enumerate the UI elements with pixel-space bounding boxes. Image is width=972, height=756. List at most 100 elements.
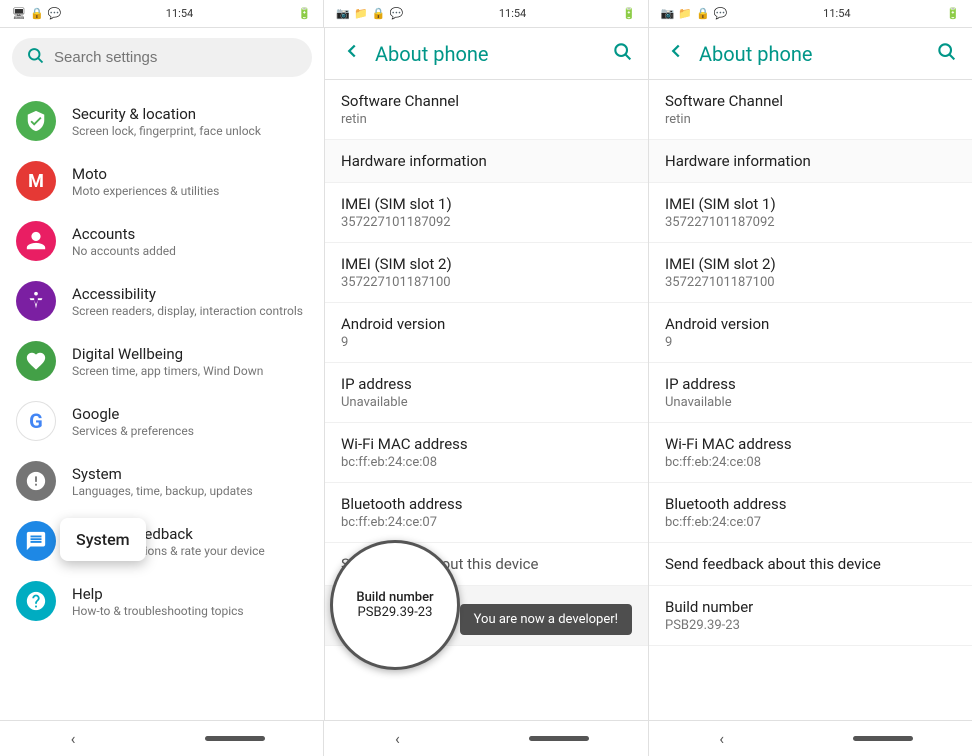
digital-wellbeing-title: Digital Wellbeing <box>72 345 263 363</box>
sidebar-item-accessibility[interactable]: Accessibility Screen readers, display, i… <box>0 271 324 331</box>
imei-2-panel2: IMEI (SIM slot 2) 357227101187100 <box>649 243 972 303</box>
build-circle-value: PSB29.39-23 <box>358 605 433 620</box>
time-left: 11:54 <box>166 7 193 20</box>
digital-wellbeing-subtitle: Screen time, app timers, Wind Down <box>72 364 263 378</box>
nav-section-mid: ‹ <box>324 721 648 756</box>
time-mid: 11:54 <box>499 7 526 20</box>
accessibility-icon <box>16 281 56 321</box>
nav-back-mid[interactable]: ‹ <box>383 725 412 752</box>
send-feedback-panel2[interactable]: Send feedback about this device <box>649 543 972 586</box>
build-number-panel2[interactable]: Build number PSB29.39-23 <box>649 586 972 646</box>
nav-pill-right <box>853 736 913 741</box>
sidebar-item-accounts[interactable]: Accounts No accounts added <box>0 211 324 271</box>
status-bar-right: 📷 📁 🔒 💬 11:54 🔋 <box>649 0 972 27</box>
nav-bar: ‹ ‹ ‹ <box>0 720 972 756</box>
status-bar-left: 🖥 🔒 💬 11:54 🔋 <box>0 0 324 27</box>
ip-address-panel2: IP address Unavailable <box>649 363 972 423</box>
toast-notification: You are now a developer! <box>460 604 632 635</box>
google-title: Google <box>72 405 194 423</box>
accounts-subtitle: No accounts added <box>72 244 176 258</box>
android-version-panel2: Android version 9 <box>649 303 972 363</box>
moto-subtitle: Moto experiences & utilities <box>72 184 219 198</box>
panel-2-header: About phone <box>649 28 972 80</box>
help-subtitle: How-to & troubleshooting topics <box>72 604 244 618</box>
search-input[interactable] <box>54 49 298 66</box>
accounts-icon <box>16 221 56 261</box>
search-icon-panel-2[interactable] <box>936 41 956 66</box>
accounts-title: Accounts <box>72 225 176 243</box>
ip-address-panel1: IP address Unavailable <box>325 363 648 423</box>
system-icon <box>16 461 56 501</box>
wifi-mac-panel1: Wi-Fi MAC address bc:ff:eb:24:ce:08 <box>325 423 648 483</box>
nav-section-right: ‹ <box>649 721 972 756</box>
system-tooltip: System <box>60 518 146 561</box>
sidebar-list: Security & location Screen lock, fingerp… <box>0 87 324 720</box>
sidebar-item-help[interactable]: Help How-to & troubleshooting topics <box>0 571 324 631</box>
imei-1-panel1: IMEI (SIM slot 1) 357227101187092 <box>325 183 648 243</box>
system-subtitle: Languages, time, backup, updates <box>72 484 253 498</box>
moto-title: Moto <box>72 165 219 183</box>
nav-section-left: ‹ <box>0 721 324 756</box>
security-text: Security & location Screen lock, fingerp… <box>72 105 261 138</box>
help-text: Help How-to & troubleshooting topics <box>72 585 244 618</box>
sidebar-item-google[interactable]: G Google Services & preferences <box>0 391 324 451</box>
sidebar-item-security[interactable]: Security & location Screen lock, fingerp… <box>0 91 324 151</box>
search-bar[interactable] <box>12 38 312 77</box>
panel-2-title: About phone <box>699 42 924 66</box>
software-channel-2: Software Channel retin <box>649 80 972 140</box>
sidebar-item-moto[interactable]: M Moto Moto experiences & utilities <box>0 151 324 211</box>
sidebar-item-rating[interactable]: Rating & feedback Send suggestions & rat… <box>0 511 324 571</box>
back-icon-1[interactable] <box>341 40 363 67</box>
sidebar-item-digital-wellbeing[interactable]: Digital Wellbeing Screen time, app timer… <box>0 331 324 391</box>
google-icon: G <box>16 401 56 441</box>
help-icon <box>16 581 56 621</box>
shield-icon: 🔒 <box>30 7 44 20</box>
google-subtitle: Services & preferences <box>72 424 194 438</box>
accessibility-text: Accessibility Screen readers, display, i… <box>72 285 303 318</box>
hardware-info-header-1[interactable]: Hardware information <box>325 140 648 183</box>
system-title: System <box>72 465 253 483</box>
status-bar-mid: 📷 📁 🔒 💬 11:54 🔋 <box>324 0 648 27</box>
camera-icon: 🖥 <box>12 7 26 20</box>
nav-pill-left <box>205 736 265 741</box>
hardware-info-header-2[interactable]: Hardware information <box>649 140 972 183</box>
bluetooth-address-panel2: Bluetooth address bc:ff:eb:24:ce:07 <box>649 483 972 543</box>
bluetooth-address-panel1: Bluetooth address bc:ff:eb:24:ce:07 <box>325 483 648 543</box>
wifi-mac-panel2: Wi-Fi MAC address bc:ff:eb:24:ce:08 <box>649 423 972 483</box>
security-title: Security & location <box>72 105 261 123</box>
nav-back-left[interactable]: ‹ <box>59 725 88 752</box>
panel-2-content: Software Channel retin Hardware informat… <box>649 80 972 720</box>
settings-sidebar: Security & location Screen lock, fingerp… <box>0 28 325 720</box>
help-title: Help <box>72 585 244 603</box>
accounts-text: Accounts No accounts added <box>72 225 176 258</box>
moto-icon: M <box>16 161 56 201</box>
digital-wellbeing-icon <box>16 341 56 381</box>
battery-icon-mid: 🔋 <box>622 7 636 20</box>
back-icon-2[interactable] <box>665 40 687 67</box>
panel-1-title: About phone <box>375 42 600 66</box>
security-icon <box>16 101 56 141</box>
message-icon: 💬 <box>48 7 62 20</box>
accessibility-subtitle: Screen readers, display, interaction con… <box>72 304 303 318</box>
imei-1-panel2: IMEI (SIM slot 1) 357227101187092 <box>649 183 972 243</box>
software-channel-1: Software Channel retin <box>325 80 648 140</box>
nav-pill-mid <box>529 736 589 741</box>
status-bar: 🖥 🔒 💬 11:54 🔋 📷 📁 🔒 💬 11:54 🔋 📷 📁 🔒 <box>0 0 972 28</box>
battery-icon-right: 🔋 <box>946 7 960 20</box>
about-panel-2: About phone Software Channel retin <box>649 28 972 720</box>
panel-1-header: About phone <box>325 28 648 80</box>
google-text: Google Services & preferences <box>72 405 194 438</box>
android-version-panel1: Android version 9 <box>325 303 648 363</box>
search-icon-panel-1[interactable] <box>612 41 632 66</box>
build-circle-label: Build number <box>356 590 433 605</box>
system-text: System Languages, time, backup, updates <box>72 465 253 498</box>
sidebar-item-system[interactable]: System Languages, time, backup, updates <box>0 451 324 511</box>
time-right: 11:54 <box>823 7 850 20</box>
battery-icon-left: 🔋 <box>298 7 312 20</box>
moto-text: Moto Moto experiences & utilities <box>72 165 219 198</box>
nav-back-right[interactable]: ‹ <box>707 725 736 752</box>
rating-icon <box>16 521 56 561</box>
digital-wellbeing-text: Digital Wellbeing Screen time, app timer… <box>72 345 263 378</box>
accessibility-title: Accessibility <box>72 285 303 303</box>
imei-2-panel1: IMEI (SIM slot 2) 357227101187100 <box>325 243 648 303</box>
